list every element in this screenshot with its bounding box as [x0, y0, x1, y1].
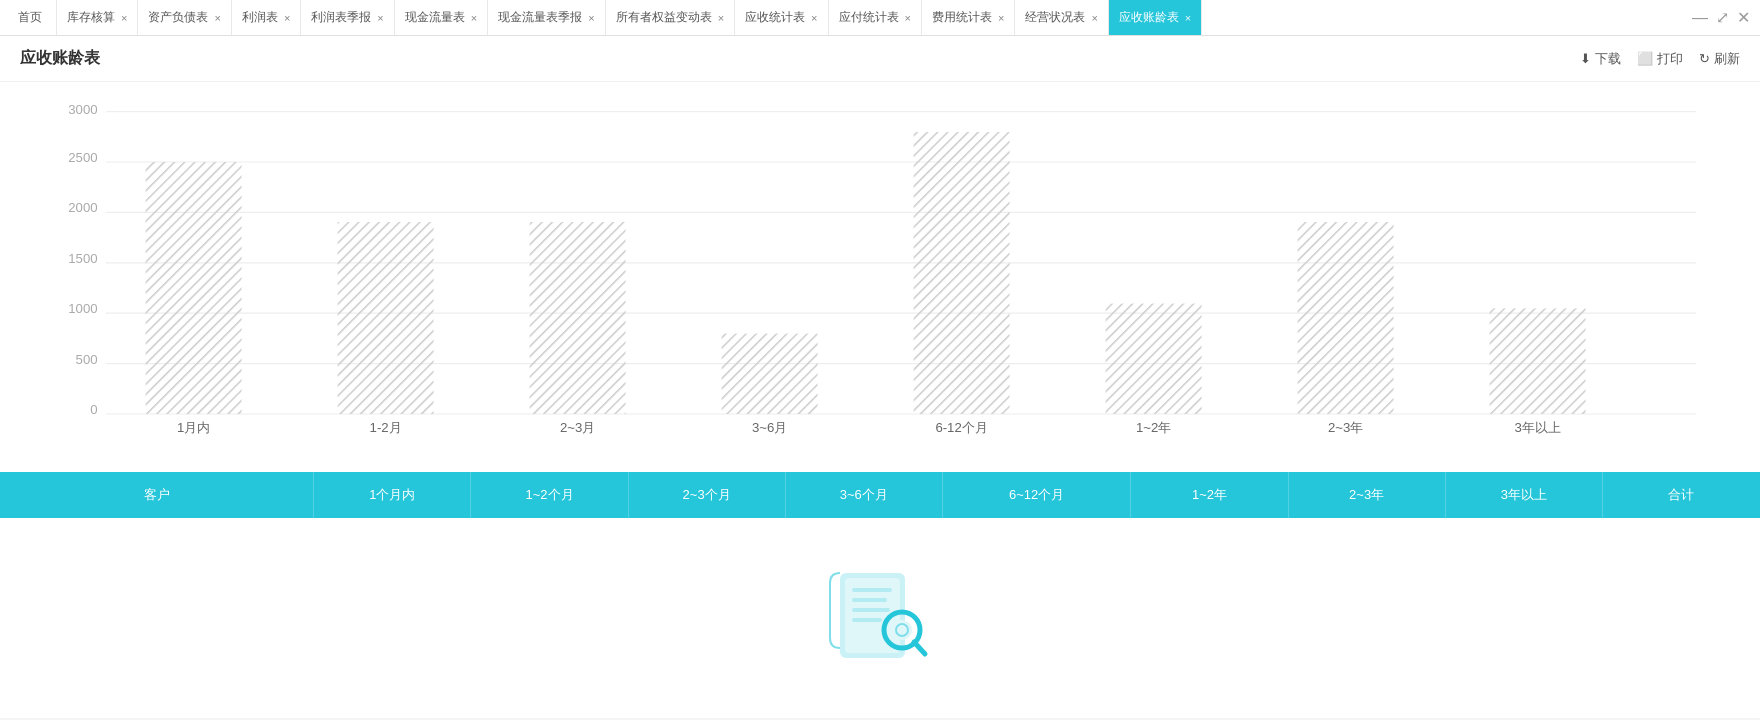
- bar-2-3year: [1298, 222, 1394, 414]
- svg-text:1500: 1500: [68, 251, 97, 266]
- tab-label: 经营状况表: [1025, 9, 1085, 26]
- col-customer: 客户: [0, 472, 314, 518]
- close-button[interactable]: ✕: [1737, 8, 1750, 27]
- tab-bar: 首页 库存核算 × 资产负债表 × 利润表 × 利润表季报 × 现金流量表 × …: [0, 0, 1760, 36]
- svg-text:2~3月: 2~3月: [560, 420, 595, 435]
- bar-3-6month: [722, 334, 818, 414]
- maximize-button[interactable]: ⤢: [1716, 8, 1729, 27]
- download-icon: ⬇: [1580, 51, 1591, 66]
- tab-payable-stat[interactable]: 应付统计表 ×: [829, 0, 922, 36]
- tab-close-cashflow[interactable]: ×: [471, 12, 477, 24]
- col-1-2year: 1~2年: [1131, 472, 1288, 518]
- table-body: [0, 518, 1760, 718]
- tab-label: 应付统计表: [839, 9, 899, 26]
- tab-label: 利润表季报: [311, 9, 371, 26]
- header-actions: ⬇ 下载 ⬜ 打印 ↻ 刷新: [1580, 50, 1740, 68]
- tab-close-payable-stat[interactable]: ×: [905, 12, 911, 24]
- tab-label: 现金流量表: [405, 9, 465, 26]
- refresh-icon: ↻: [1699, 51, 1710, 66]
- tab-cashflow-quarterly[interactable]: 现金流量表季报 ×: [488, 0, 605, 36]
- tab-home-label: 首页: [18, 9, 42, 26]
- tab-label: 利润表: [242, 9, 278, 26]
- refresh-label: 刷新: [1714, 50, 1740, 68]
- download-label: 下载: [1595, 50, 1621, 68]
- tab-close-equity[interactable]: ×: [718, 12, 724, 24]
- download-button[interactable]: ⬇ 下载: [1580, 50, 1621, 68]
- svg-rect-25: [852, 588, 892, 592]
- bar-3yearplus: [1490, 308, 1586, 414]
- refresh-button[interactable]: ↻ 刷新: [1699, 50, 1740, 68]
- tab-balance[interactable]: 资产负债表 ×: [138, 0, 231, 36]
- window-actions: — ⤢ ✕: [1692, 8, 1756, 27]
- col-total: 合计: [1603, 472, 1760, 518]
- page-header: 应收账龄表 ⬇ 下载 ⬜ 打印 ↻ 刷新: [0, 36, 1760, 82]
- svg-text:3000: 3000: [68, 102, 97, 117]
- svg-text:1月内: 1月内: [177, 420, 210, 435]
- empty-icon: [820, 558, 940, 678]
- svg-rect-28: [852, 618, 882, 622]
- svg-text:0: 0: [90, 402, 97, 417]
- col-3yearplus: 3年以上: [1446, 472, 1603, 518]
- bar-2-3month: [530, 222, 626, 414]
- col-2-3year: 2~3年: [1289, 472, 1446, 518]
- svg-text:3~6月: 3~6月: [752, 420, 787, 435]
- tab-label: 所有者权益变动表: [616, 9, 712, 26]
- bar-6-12month: [914, 132, 1010, 414]
- bar-1-2year: [1106, 304, 1202, 414]
- tab-cashflow[interactable]: 现金流量表 ×: [395, 0, 488, 36]
- bar-chart: 0 500 1000 1500 2000 2500 3000 1月内 1-2月: [40, 102, 1720, 462]
- main-content: 0 500 1000 1500 2000 2500 3000 1月内 1-2月: [0, 82, 1760, 718]
- col-3-6month: 3~6个月: [786, 472, 943, 518]
- tab-profit[interactable]: 利润表 ×: [232, 0, 301, 36]
- svg-text:1-2月: 1-2月: [370, 420, 402, 435]
- svg-rect-26: [852, 598, 887, 602]
- tab-close-balance[interactable]: ×: [214, 12, 220, 24]
- col-6-12month: 6~12个月: [943, 472, 1132, 518]
- col-1-2month: 1~2个月: [471, 472, 628, 518]
- tab-close-ar-aging[interactable]: ×: [1185, 12, 1191, 24]
- tab-label: 应收账龄表: [1119, 9, 1179, 26]
- tab-close-profit[interactable]: ×: [284, 12, 290, 24]
- print-label: 打印: [1657, 50, 1683, 68]
- print-button[interactable]: ⬜ 打印: [1637, 50, 1683, 68]
- tab-operation[interactable]: 经营状况表 ×: [1015, 0, 1108, 36]
- tab-close-profit-quarterly[interactable]: ×: [377, 12, 383, 24]
- tab-label: 现金流量表季报: [498, 9, 582, 26]
- tab-close-receivable-stat[interactable]: ×: [811, 12, 817, 24]
- tab-label: 资产负债表: [148, 9, 208, 26]
- svg-rect-27: [852, 608, 890, 612]
- svg-text:500: 500: [76, 352, 98, 367]
- svg-text:6-12个月: 6-12个月: [935, 420, 987, 435]
- table-header: 客户 1个月内 1~2个月 2~3个月 3~6个月 6~12个月 1~2年 2~…: [0, 472, 1760, 518]
- bar-1month: [146, 162, 242, 414]
- col-2-3month: 2~3个月: [629, 472, 786, 518]
- svg-text:1~2年: 1~2年: [1136, 420, 1171, 435]
- svg-text:3年以上: 3年以上: [1514, 420, 1560, 435]
- tab-label: 费用统计表: [932, 9, 992, 26]
- tab-close-operation[interactable]: ×: [1091, 12, 1097, 24]
- tab-close-cashflow-quarterly[interactable]: ×: [588, 12, 594, 24]
- tab-profit-quarterly[interactable]: 利润表季报 ×: [301, 0, 394, 36]
- tab-close-inventory[interactable]: ×: [121, 12, 127, 24]
- page-title: 应收账龄表: [20, 48, 100, 69]
- svg-text:2500: 2500: [68, 150, 97, 165]
- tab-close-expense-stat[interactable]: ×: [998, 12, 1004, 24]
- tab-equity[interactable]: 所有者权益变动表 ×: [606, 0, 735, 36]
- tab-receivable-stat[interactable]: 应收统计表 ×: [735, 0, 828, 36]
- tab-expense-stat[interactable]: 费用统计表 ×: [922, 0, 1015, 36]
- chart-area: 0 500 1000 1500 2000 2500 3000 1月内 1-2月: [0, 82, 1760, 472]
- bar-1-2month: [338, 222, 434, 414]
- tab-label: 应收统计表: [745, 9, 805, 26]
- print-icon: ⬜: [1637, 51, 1653, 66]
- col-1month: 1个月内: [314, 472, 471, 518]
- svg-text:2~3年: 2~3年: [1328, 420, 1363, 435]
- svg-line-31: [914, 642, 925, 654]
- tab-ar-aging[interactable]: 应收账龄表 ×: [1109, 0, 1202, 36]
- svg-text:1000: 1000: [68, 301, 97, 316]
- tab-inventory[interactable]: 库存核算 ×: [57, 0, 138, 36]
- svg-text:2000: 2000: [68, 200, 97, 215]
- tab-label: 库存核算: [67, 9, 115, 26]
- minimize-button[interactable]: —: [1692, 9, 1708, 27]
- tab-home[interactable]: 首页: [4, 0, 57, 36]
